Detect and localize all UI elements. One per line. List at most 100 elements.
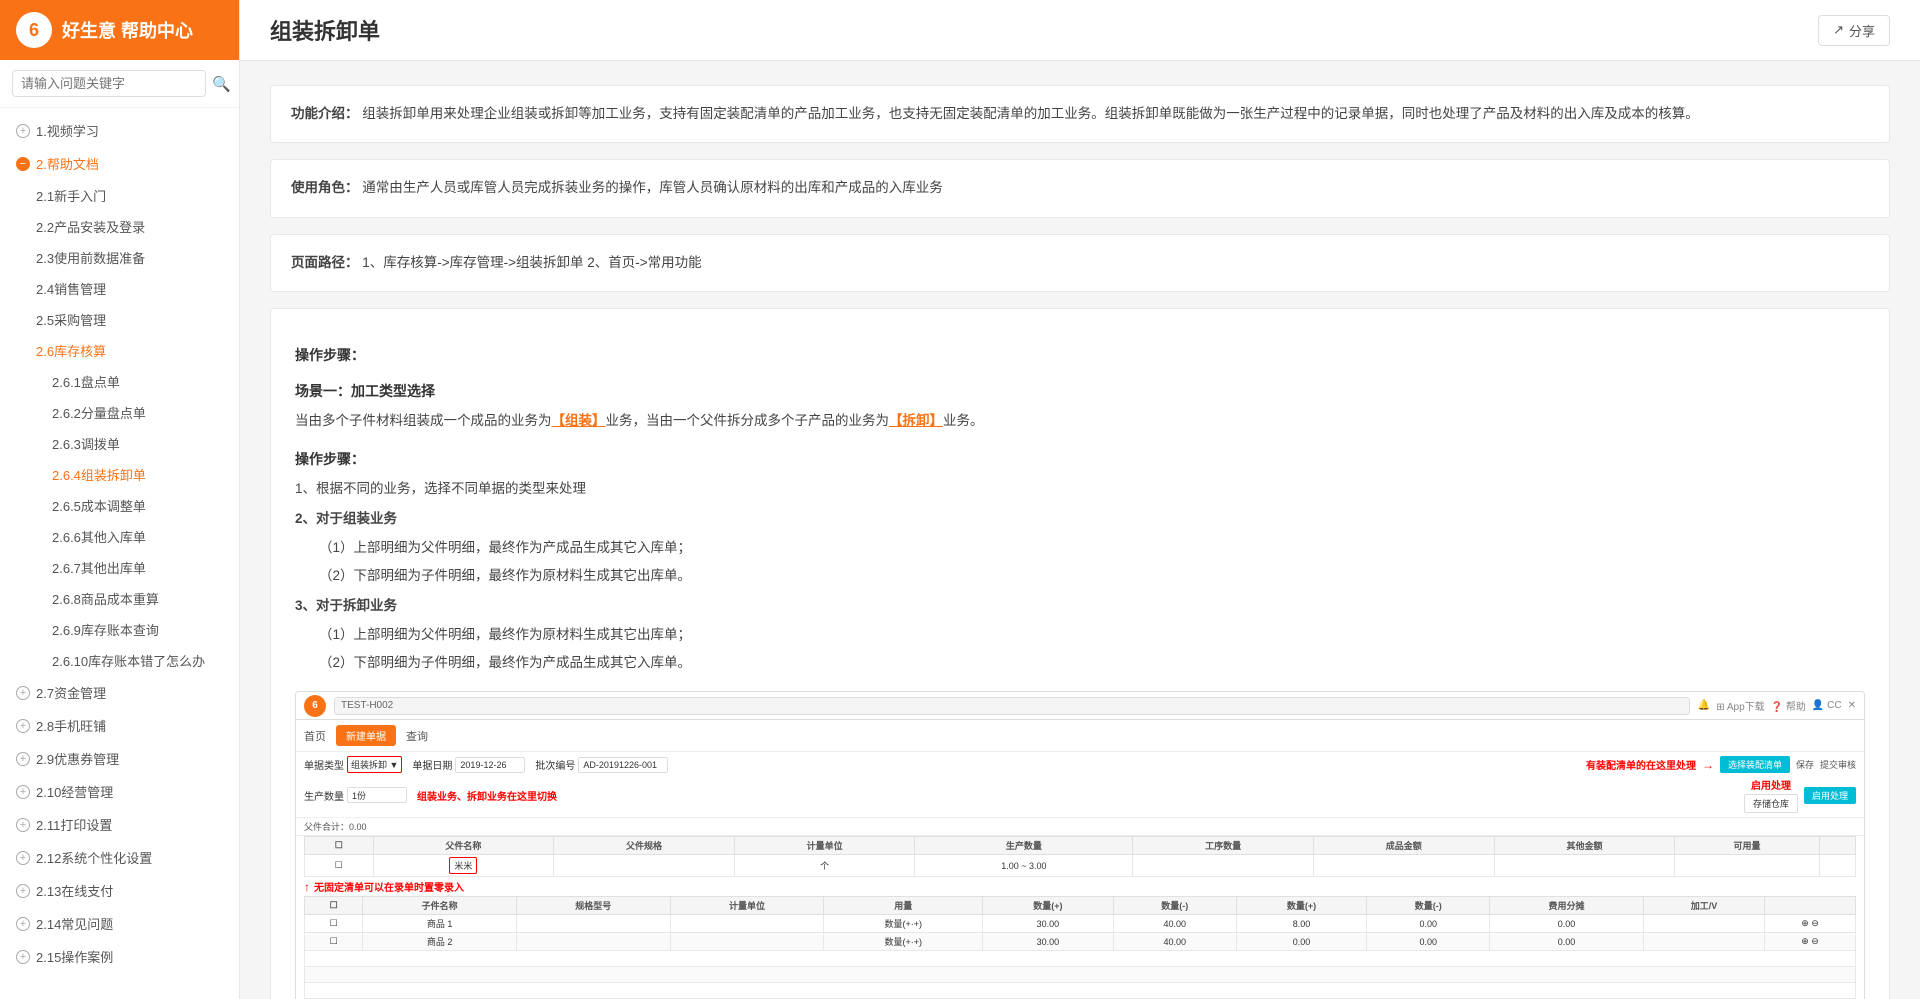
sidebar-item-2610[interactable]: 2.6.10库存账本错了怎么办 — [0, 645, 239, 676]
ss-enable-input: 存储仓库 — [1744, 794, 1798, 813]
sidebar-item-261[interactable]: 2.6.1盘点单 — [0, 366, 239, 397]
search-box: 🔍 — [0, 60, 239, 108]
search-input[interactable] — [12, 70, 206, 97]
sidebar-header: 6 好生意 帮助中心 — [0, 0, 239, 60]
ss-label-batch: 批次编号 — [535, 757, 575, 772]
share-label: 分享 — [1849, 21, 1875, 40]
search-button[interactable]: 🔍 — [212, 75, 231, 93]
sidebar-item-video[interactable]: + 1.视频学习 — [0, 114, 239, 147]
ss-th-sub-check: ☐ — [305, 897, 363, 915]
ss-btn-enable[interactable]: 启用处理 — [1804, 787, 1856, 804]
ss-th-sub-name: 子件名称 — [363, 897, 517, 915]
ss-arrow2: ↑ — [304, 880, 310, 894]
sidebar-item-25[interactable]: 2.5采购管理 — [0, 304, 239, 335]
ss-icon-user: 👤 CC — [1812, 700, 1842, 711]
steps-title: 操作步骤： — [295, 449, 1865, 469]
ss-batch-input: AD-20191226-001 — [578, 757, 668, 773]
ss-table-toolbar: 父件合计：0.00 — [296, 818, 1864, 836]
ss-th-sub-qtyp2: 数量(+) — [1236, 897, 1367, 915]
ss-th-qty: 生产数量 — [915, 837, 1133, 855]
sidebar-item-262[interactable]: 2.6.2分量盘点单 — [0, 397, 239, 428]
ss-th-sub-qtym2: 数量(-) — [1367, 897, 1490, 915]
ss-label-type: 单据类型 — [304, 757, 344, 772]
step-3-1: （1）上部明细为父件明细，最终作为原材料生成其它出库单； — [319, 623, 1865, 647]
sidebar: 6 好生意 帮助中心 🔍 + 1.视频学习 − 2.帮助文档 2.1新手入门 2… — [0, 0, 240, 999]
expand-icon: + — [16, 917, 30, 931]
sidebar-item-27[interactable]: + 2.7资金管理 — [0, 676, 239, 709]
ss-th-sub-dosage: 用量 — [824, 897, 983, 915]
path-label: 页面路径： — [291, 255, 359, 270]
sidebar-item-24[interactable]: 2.4销售管理 — [0, 273, 239, 304]
ss-td-spec — [554, 855, 735, 877]
ss-td-sub-dos: 数量(+·+) — [824, 933, 983, 951]
sidebar-item-214[interactable]: + 2.14常见问题 — [0, 907, 239, 940]
ss-form-row2: 生产数量 1份 组装业务、拆卸业务在这里切换 启用处理 — [304, 777, 1856, 813]
ss-field-type: 单据类型 组装拆卸 ▼ — [304, 756, 402, 773]
sidebar-item-28[interactable]: + 2.8手机旺铺 — [0, 709, 239, 742]
sidebar-item-268[interactable]: 2.6.8商品成本重算 — [0, 583, 239, 614]
sidebar-item-269[interactable]: 2.6.9库存账本查询 — [0, 614, 239, 645]
sidebar-item-label: 2.15操作案例 — [36, 947, 113, 966]
expand-icon: + — [16, 851, 30, 865]
sidebar-item-label: 2.帮助文档 — [36, 154, 99, 173]
sidebar-item-label: 2.13在线支付 — [36, 881, 113, 900]
sidebar-item-212[interactable]: + 2.12系统个性化设置 — [0, 841, 239, 874]
logo-icon: 6 — [16, 12, 52, 48]
ss-td-sub-qp: 30.00 — [983, 933, 1114, 951]
sidebar-item-docs[interactable]: − 2.帮助文档 — [0, 147, 239, 180]
step-2: 2、对于组装业务 — [295, 507, 1865, 531]
sidebar-item-23[interactable]: 2.3使用前数据准备 — [0, 242, 239, 273]
sidebar-item-21[interactable]: 2.1新手入门 — [0, 180, 239, 211]
sidebar-item-210[interactable]: + 2.10经营管理 — [0, 775, 239, 808]
ss-td-sub-spec — [516, 915, 670, 933]
share-button[interactable]: ↗ 分享 — [1818, 15, 1890, 46]
page-title: 组装拆卸单 — [270, 14, 380, 46]
sidebar-item-265[interactable]: 2.6.5成本调整单 — [0, 490, 239, 521]
ss-td-sub-spec — [516, 933, 670, 951]
ss-td-qty: 1.00 ~ 3.00 — [915, 855, 1133, 877]
app-title: 好生意 帮助中心 — [62, 17, 193, 43]
expand-icon: + — [16, 719, 30, 733]
ss-td-unit: 个 — [734, 855, 915, 877]
top-bar: 组装拆卸单 ↗ 分享 — [240, 0, 1920, 61]
ss-th-sub-qtyp: 数量(+) — [983, 897, 1114, 915]
ss-address-bar: TEST-H002 — [334, 697, 1690, 715]
sidebar-item-264[interactable]: 2.6.4组装拆卸单 — [0, 459, 239, 490]
table-row: ☐ 商品 2 数量(+·+) 30.00 40.00 0.00 0.00 — [305, 933, 1856, 951]
step-3: 3、对于拆卸业务 — [295, 594, 1865, 618]
table-row — [305, 967, 1856, 983]
expand-icon: + — [16, 785, 30, 799]
ss-type-input: 组装拆卸 ▼ — [347, 756, 402, 773]
sidebar-item-label: 2.9优惠券管理 — [36, 749, 119, 768]
ss-td-check: ☐ — [305, 855, 374, 877]
ss-form-row1: 单据类型 组装拆卸 ▼ 单据日期 2019-12-26 批次编号 AD-2019… — [304, 756, 1856, 773]
table-row: ☐ 商品 1 数量(+·+) 30.00 40.00 8.00 0.00 — [305, 915, 1856, 933]
sidebar-item-29[interactable]: + 2.9优惠券管理 — [0, 742, 239, 775]
ss-th-avail: 可用量 — [1675, 837, 1820, 855]
ss-th-sub-cost: 费用分摊 — [1490, 897, 1644, 915]
sidebar-item-211[interactable]: + 2.11打印设置 — [0, 808, 239, 841]
sidebar-item-213[interactable]: + 2.13在线支付 — [0, 874, 239, 907]
sidebar-item-22[interactable]: 2.2产品安装及登录 — [0, 211, 239, 242]
expand-icon: + — [16, 124, 30, 138]
ss-btn-assembly[interactable]: 选择装配清单 — [1720, 756, 1790, 773]
sidebar-item-263[interactable]: 2.6.3调拨单 — [0, 428, 239, 459]
ss-close-icon: ✕ — [1848, 700, 1856, 711]
ss-top-icons: 🔔 ⊞ App下载 ❓ 帮助 👤 CC ✕ — [1698, 698, 1856, 713]
ss-logo: 6 — [304, 695, 326, 717]
nav-list: + 1.视频学习 − 2.帮助文档 2.1新手入门 2.2产品安装及登录 2.3… — [0, 108, 239, 999]
sidebar-item-266[interactable]: 2.6.6其他入库单 — [0, 521, 239, 552]
ss-sub-annotation: ↑ 无固定清单可以在录单时置零录入 — [304, 877, 1856, 896]
table-row: ☐ 米米 个 1.00 ~ 3.00 — [305, 855, 1856, 877]
ss-label-date: 单据日期 — [412, 757, 452, 772]
ss-th-sub-work: 加工/V — [1643, 897, 1764, 915]
ss-nav-home: 首页 — [304, 728, 326, 744]
sidebar-item-215[interactable]: + 2.15操作案例 — [0, 940, 239, 973]
ss-annotation-text3: 启用处理 — [1751, 777, 1791, 792]
sidebar-item-267[interactable]: 2.6.7其他出库单 — [0, 552, 239, 583]
ss-th-unit: 计量单位 — [734, 837, 915, 855]
ss-td-empty3 — [305, 983, 1856, 999]
ss-th-spec: 父件规格 — [554, 837, 735, 855]
info-block-role: 使用角色： 通常由生产人员或库管人员完成拆装业务的操作，库管人员确认原材料的出库… — [270, 159, 1890, 217]
sidebar-item-26[interactable]: 2.6库存核算 — [0, 335, 239, 366]
